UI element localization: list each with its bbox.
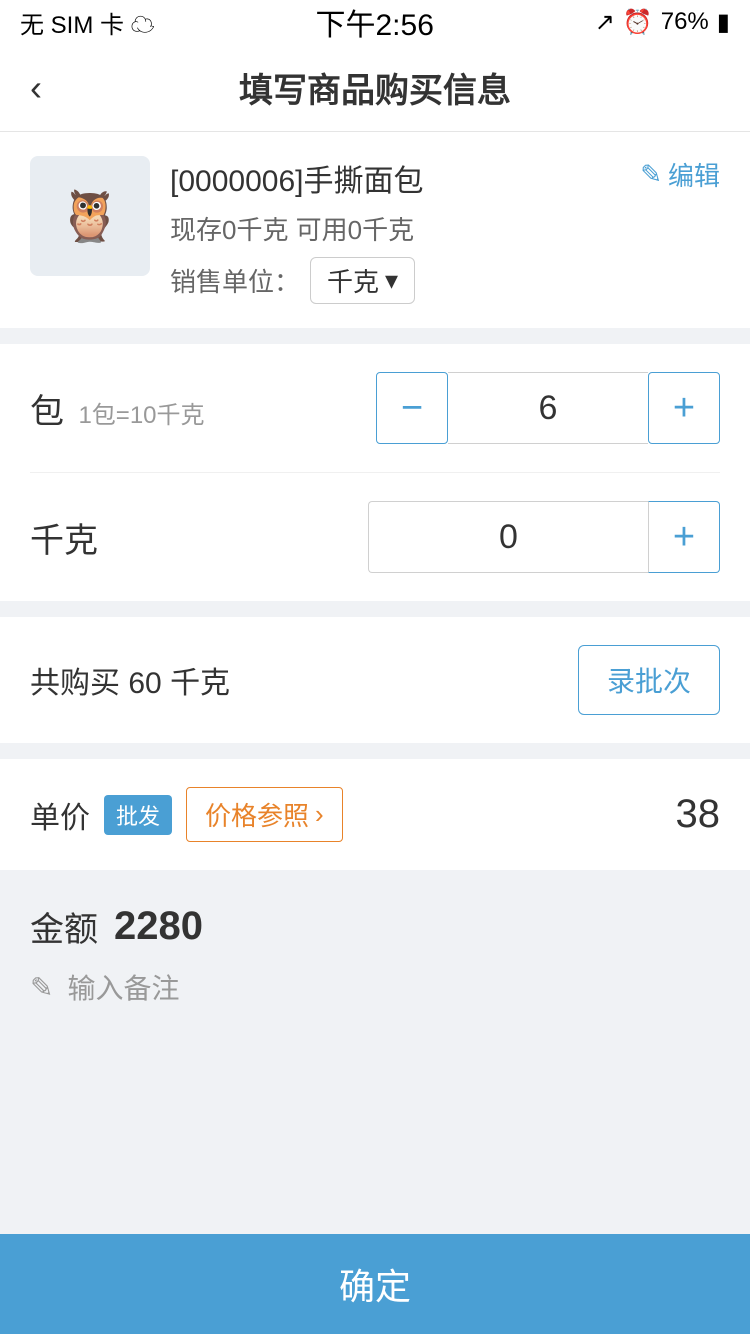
unit-value: 千克	[327, 262, 379, 299]
kg-label: 千克	[30, 513, 98, 562]
chevron-down-icon: ▾	[385, 265, 398, 296]
price-label-row: 单价 批发 价格参照 ›	[30, 787, 343, 842]
amount-value: 2280	[114, 904, 203, 949]
status-time: 下午2:56	[316, 0, 434, 44]
status-bar: 无 SIM 卡 ☁ 下午2:56 ↗ ⏰ 76% ▮	[0, 0, 750, 44]
sim-label: 无 SIM 卡 ☁	[20, 5, 155, 40]
back-button[interactable]: ‹	[30, 67, 42, 109]
quantity-section: 包 1包=10千克 − + 千克 +	[0, 344, 750, 601]
edit-label: 编辑	[668, 156, 720, 193]
pack-input[interactable]	[448, 372, 648, 444]
edit-icon: ✎	[640, 159, 662, 190]
amount-label: 金额	[30, 902, 98, 951]
summary-text: 共购买 60 千克	[30, 658, 230, 702]
summary-section: 共购买 60 千克 录批次	[0, 617, 750, 743]
product-info: [0000006]手撕面包 ✎ 编辑 现存0千克 可用0千克 销售单位： 千克 …	[170, 156, 720, 304]
pack-label-group: 包 1包=10千克	[30, 384, 205, 433]
kg-plus-button[interactable]: +	[648, 501, 720, 573]
status-left: 无 SIM 卡 ☁	[20, 5, 155, 40]
battery-label: 76%	[661, 8, 709, 36]
battery-icon: ▮	[717, 8, 730, 37]
pack-label: 包	[30, 393, 64, 431]
product-unit-row: 销售单位： 千克 ▾	[170, 257, 720, 304]
product-name: [0000006]手撕面包	[170, 156, 423, 200]
amount-section: 金额 2280 ✎ 输入备注	[0, 874, 750, 1027]
alarm-icon: ⏰	[623, 8, 653, 37]
batch-button[interactable]: 录批次	[578, 645, 720, 715]
price-label: 单价	[30, 793, 90, 837]
pack-hint: 1包=10千克	[78, 402, 204, 429]
product-image: 🦉	[30, 156, 150, 276]
kg-input[interactable]	[368, 501, 648, 573]
pack-plus-button[interactable]: +	[648, 372, 720, 444]
price-ref-button[interactable]: 价格参照 ›	[186, 787, 343, 842]
summary-unit: 千克	[170, 667, 230, 700]
price-value: 38	[676, 792, 721, 837]
page-title: 填写商品购买信息	[239, 63, 511, 112]
product-stock: 现存0千克 可用0千克	[170, 210, 720, 247]
edit-button[interactable]: ✎ 编辑	[640, 156, 720, 193]
quantity-row-kg: 千克 +	[30, 473, 720, 601]
amount-row: 金额 2280	[30, 902, 720, 951]
pack-minus-button[interactable]: −	[376, 372, 448, 444]
summary-prefix: 共购买	[30, 667, 120, 700]
price-section: 单价 批发 价格参照 › 38	[0, 759, 750, 870]
product-logo: 🦉	[59, 187, 121, 246]
location-icon: ↗	[595, 8, 615, 37]
confirm-button[interactable]: 确定	[0, 1234, 750, 1334]
unit-label: 销售单位：	[170, 262, 300, 299]
kg-controls: +	[368, 501, 720, 573]
unit-select[interactable]: 千克 ▾	[310, 257, 415, 304]
summary-amount: 60	[128, 667, 170, 700]
status-right: ↗ ⏰ 76% ▮	[595, 8, 730, 37]
price-ref-arrow: ›	[315, 799, 324, 830]
pack-controls: − +	[376, 372, 720, 444]
remark-row[interactable]: ✎ 输入备注	[30, 967, 720, 1027]
pencil-icon: ✎	[30, 971, 53, 1004]
nav-bar: ‹ 填写商品购买信息	[0, 44, 750, 132]
spacer	[0, 1027, 750, 1234]
quantity-row-pack: 包 1包=10千克 − +	[30, 344, 720, 473]
price-ref-label: 价格参照	[205, 796, 309, 833]
remark-placeholder: 输入备注	[67, 967, 179, 1007]
price-tag: 批发	[104, 795, 172, 835]
product-card: 🦉 [0000006]手撕面包 ✎ 编辑 现存0千克 可用0千克 销售单位： 千…	[0, 132, 750, 328]
